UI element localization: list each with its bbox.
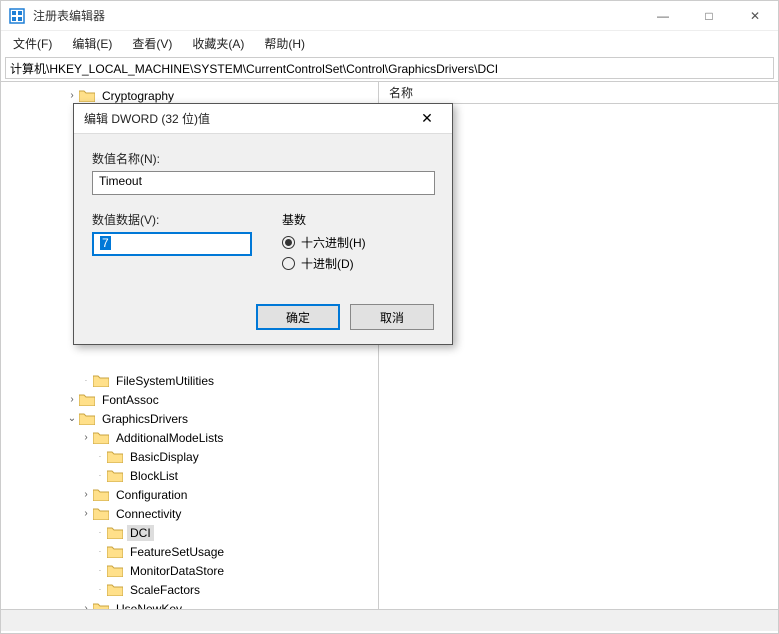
tree-label: BlockList [127,468,181,484]
chevron-right-icon[interactable]: › [79,432,93,443]
tree-dot-icon: · [79,376,93,385]
value-name-label: 数值名称(N): [92,150,434,167]
folder-open-icon [79,412,95,426]
tree-item-additionalmodelists[interactable]: › AdditionalModeLists [9,428,378,447]
tree-item-basicdisplay[interactable]: · BasicDisplay [9,447,378,466]
tree-item-monitordatastore[interactable]: · MonitorDataStore [9,561,378,580]
radio-hex[interactable]: 十六进制(H) [282,234,366,251]
column-header-name[interactable]: 名称 [379,82,778,104]
chevron-right-icon[interactable]: › [79,508,93,519]
tree-label: GraphicsDrivers [99,411,191,427]
tree-label: BasicDisplay [127,449,202,465]
tree-dot-icon: · [93,566,107,575]
tree-label: Cryptography [99,88,177,104]
folder-icon [93,507,109,521]
tree-item-usenewkey[interactable]: › UseNewKey [9,599,378,609]
tree-label: FeatureSetUsage [127,544,227,560]
chevron-right-icon[interactable]: › [79,603,93,609]
tree-dot-icon: · [93,585,107,594]
folder-icon [107,450,123,464]
tree-label: FontAssoc [99,392,162,408]
folder-icon [107,583,123,597]
menubar: 文件(F) 编辑(E) 查看(V) 收藏夹(A) 帮助(H) [1,31,778,55]
value-name-text: Timeout [99,174,142,188]
folder-icon [93,431,109,445]
close-button[interactable]: ✕ [732,1,778,31]
menu-help[interactable]: 帮助(H) [256,33,313,54]
tree-label: DCI [127,525,154,541]
address-text: 计算机\HKEY_LOCAL_MACHINE\SYSTEM\CurrentCon… [10,60,498,77]
maximize-button[interactable]: □ [686,1,732,31]
statusbar [1,609,778,631]
folder-icon [93,374,109,388]
folder-icon [79,393,95,407]
tree-item-connectivity[interactable]: › Connectivity [9,504,378,523]
radio-dec[interactable]: 十进制(D) [282,255,366,272]
folder-icon [79,89,95,103]
tree-item-dci[interactable]: · DCI [9,523,378,542]
radio-hex-label: 十六进制(H) [301,234,366,251]
dialog-title: 编辑 DWORD (32 位)值 [84,110,412,127]
cancel-button[interactable]: 取消 [350,304,434,330]
tree-item-configuration[interactable]: › Configuration [9,485,378,504]
tree-dot-icon: · [93,471,107,480]
menu-edit[interactable]: 编辑(E) [64,33,120,54]
tree-dot-icon: · [93,452,107,461]
folder-icon [107,526,123,540]
tree-label: UseNewKey [113,601,185,610]
chevron-down-icon[interactable]: ⌄ [65,413,79,424]
ok-button[interactable]: 确定 [256,304,340,330]
menu-view[interactable]: 查看(V) [124,33,180,54]
menu-file[interactable]: 文件(F) [5,33,60,54]
folder-icon [107,469,123,483]
tree-label: Connectivity [113,506,184,522]
tree-label: Configuration [113,487,190,503]
tree-item-filesystemutilities[interactable]: · FileSystemUtilities [9,371,378,390]
chevron-right-icon[interactable]: › [65,394,79,405]
dialog-titlebar: 编辑 DWORD (32 位)值 ✕ [74,104,452,134]
tree-item-scalefactors[interactable]: · ScaleFactors [9,580,378,599]
menu-favorites[interactable]: 收藏夹(A) [184,33,252,54]
chevron-right-icon[interactable]: › [79,489,93,500]
folder-icon [93,488,109,502]
tree-label: AdditionalModeLists [113,430,226,446]
folder-icon [107,564,123,578]
value-data-label: 数值数据(V): [92,211,252,228]
tree-label: MonitorDataStore [127,563,227,579]
tree-dot-icon: · [93,528,107,537]
value-data-text: 7 [100,236,111,250]
tree-item-fontassoc[interactable]: › FontAssoc [9,390,378,409]
edit-dword-dialog: 编辑 DWORD (32 位)值 ✕ 数值名称(N): Timeout 数值数据… [73,103,453,345]
folder-icon [107,545,123,559]
folder-icon [93,602,109,610]
value-name-input[interactable]: Timeout [92,171,435,195]
tree-label: ScaleFactors [127,582,203,598]
value-data-input[interactable]: 7 [92,232,252,256]
base-groupbox-label: 基数 [282,211,366,228]
radio-icon [282,236,295,249]
chevron-right-icon[interactable]: › [65,90,79,101]
window-title: 注册表编辑器 [33,7,640,24]
tree-item-blocklist[interactable]: · BlockList [9,466,378,485]
radio-dec-label: 十进制(D) [301,255,354,272]
address-bar[interactable]: 计算机\HKEY_LOCAL_MACHINE\SYSTEM\CurrentCon… [5,57,774,79]
tree-item-graphicsdrivers[interactable]: ⌄ GraphicsDrivers [9,409,378,428]
tree-label: FileSystemUtilities [113,373,217,389]
dialog-close-button[interactable]: ✕ [412,110,442,127]
minimize-button[interactable]: — [640,1,686,31]
tree-item-featuresetusage[interactable]: · FeatureSetUsage [9,542,378,561]
app-icon [9,8,25,24]
titlebar: 注册表编辑器 — □ ✕ [1,1,778,31]
tree-dot-icon: · [93,547,107,556]
radio-icon [282,257,295,270]
